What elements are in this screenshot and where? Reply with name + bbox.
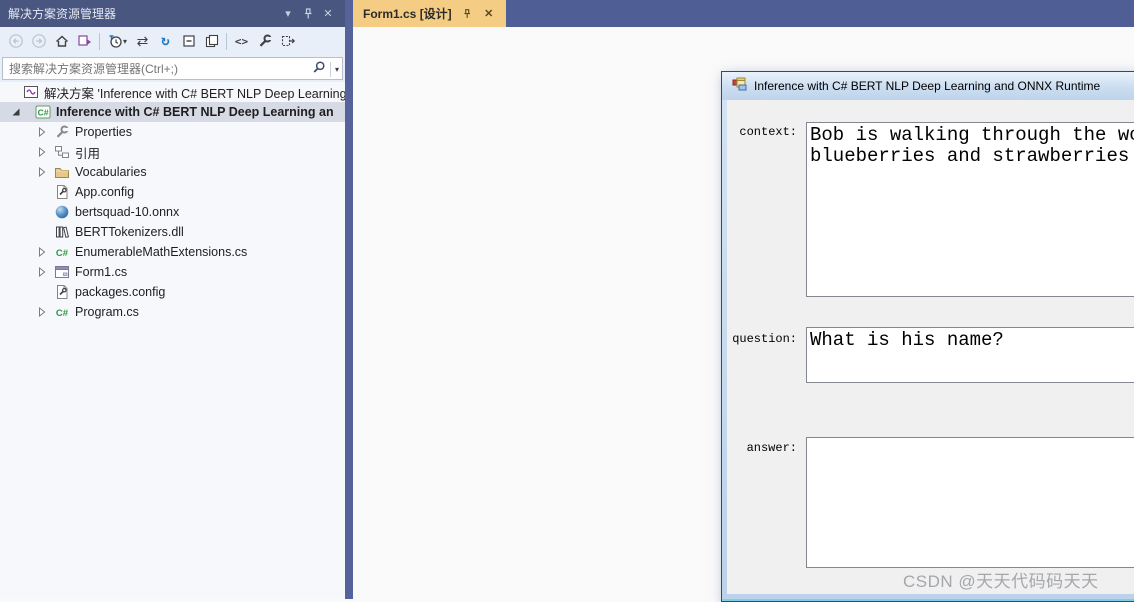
collapse-all-icon[interactable] bbox=[177, 30, 200, 53]
designer-form-title: Inference with C# BERT NLP Deep Learning… bbox=[754, 79, 1101, 93]
designer-form-titlebar: Inference with C# BERT NLP Deep Learning… bbox=[722, 72, 1134, 100]
wrench-icon bbox=[54, 124, 70, 140]
svg-text:C#: C# bbox=[56, 248, 69, 259]
question-label[interactable]: question: bbox=[731, 332, 797, 346]
properties-wrench-icon[interactable] bbox=[253, 30, 276, 53]
show-all-files-icon[interactable] bbox=[200, 30, 223, 53]
dll-library-icon bbox=[54, 224, 70, 240]
config-file-icon bbox=[54, 184, 70, 200]
dropdown-caret-icon[interactable]: ▾ bbox=[123, 37, 131, 46]
pin-icon[interactable] bbox=[460, 7, 474, 21]
context-text: Bob is walking through the woods collect… bbox=[810, 124, 1134, 167]
winform-icon bbox=[54, 264, 70, 280]
solution-icon bbox=[23, 84, 39, 100]
tree-item-solution[interactable]: 解决方案 'Inference with C# BERT NLP Deep Le… bbox=[0, 82, 345, 102]
csharp-project-icon: C# bbox=[35, 104, 51, 120]
search-input[interactable] bbox=[2, 57, 343, 80]
view-code-icon[interactable]: <> bbox=[230, 30, 253, 53]
window-border-glow bbox=[722, 599, 1134, 601]
pin-icon[interactable] bbox=[299, 5, 317, 23]
solution-explorer-titlebar: 解决方案资源管理器 ▾ ✕ bbox=[0, 0, 345, 27]
tree-item-project[interactable]: C# Inference with C# BERT NLP Deep Learn… bbox=[0, 102, 345, 122]
tab-form1-design[interactable]: Form1.cs [设计] ✕ bbox=[353, 0, 506, 27]
tree-item-label: packages.config bbox=[75, 285, 166, 299]
svg-text:C#: C# bbox=[56, 308, 69, 319]
watermark: CSDN @天天代码码天天 bbox=[903, 572, 1099, 591]
back-icon[interactable] bbox=[4, 30, 27, 53]
context-textbox[interactable]: Bob is walking through the woods collect… bbox=[806, 122, 1134, 297]
chevron-collapsed-icon[interactable] bbox=[34, 147, 49, 157]
question-text: What is his name? bbox=[810, 329, 1004, 351]
config-file-icon bbox=[54, 284, 70, 300]
tree-item-label: Properties bbox=[75, 125, 132, 139]
designer-form-client: context: Bob is walking through the wood… bbox=[727, 100, 1134, 594]
csharp-file-icon: C# bbox=[54, 244, 70, 260]
solution-explorer-panel: 解决方案资源管理器 ▾ ✕ ▾ ⇄ ↻ <> 搜索解决方案资源管理器(Ctrl+… bbox=[0, 0, 345, 599]
solution-tree: 解决方案 'Inference with C# BERT NLP Deep Le… bbox=[0, 82, 345, 599]
folder-icon bbox=[54, 164, 70, 180]
switch-views-icon[interactable] bbox=[73, 30, 96, 53]
chevron-collapsed-icon[interactable] bbox=[34, 127, 49, 137]
tree-item-label: 引用 bbox=[75, 146, 101, 161]
tree-item-app-config[interactable]: App.config bbox=[0, 182, 345, 202]
tree-item-label: BERTTokenizers.dll bbox=[75, 225, 184, 239]
search-options-caret-icon[interactable]: ▾ bbox=[335, 65, 339, 74]
tree-item-onnx-model[interactable]: bertsquad-10.onnx bbox=[0, 202, 345, 222]
chevron-collapsed-icon[interactable] bbox=[34, 167, 49, 177]
tree-item-properties[interactable]: Properties bbox=[0, 122, 345, 142]
tree-item-form1[interactable]: Form1.cs bbox=[0, 262, 345, 282]
answer-textbox[interactable] bbox=[806, 437, 1134, 568]
chevron-collapsed-icon[interactable] bbox=[34, 267, 49, 277]
chevron-collapsed-icon[interactable] bbox=[34, 307, 49, 317]
tree-item-label: 解决方案 'Inference with C# BERT NLP Deep Le… bbox=[44, 86, 345, 101]
tree-item-enumerable-math-extensions[interactable]: C# EnumerableMathExtensions.cs bbox=[0, 242, 345, 262]
chevron-expanded-icon[interactable] bbox=[8, 107, 23, 117]
solution-explorer-title: 解决方案资源管理器 bbox=[8, 7, 117, 21]
solution-explorer-toolbar: ▾ ⇄ ↻ <> bbox=[0, 27, 345, 55]
refresh-icon[interactable]: ↻ bbox=[154, 30, 177, 53]
csharp-file-icon: C# bbox=[54, 304, 70, 320]
tree-item-dll[interactable]: BERTTokenizers.dll bbox=[0, 222, 345, 242]
chevron-collapsed-icon[interactable] bbox=[34, 247, 49, 257]
tree-item-label: App.config bbox=[75, 185, 135, 199]
close-icon[interactable]: ✕ bbox=[319, 5, 337, 23]
designer-surface: Inference with C# BERT NLP Deep Learning… bbox=[353, 27, 1134, 602]
search-icon[interactable] bbox=[312, 60, 326, 79]
tree-item-label: EnumerableMathExtensions.cs bbox=[75, 245, 248, 259]
close-icon[interactable]: ✕ bbox=[482, 7, 496, 21]
forward-icon[interactable] bbox=[27, 30, 50, 53]
preview-selected-items-icon[interactable] bbox=[276, 30, 299, 53]
tree-item-label: Vocabularies bbox=[75, 165, 147, 179]
toolbar-separator bbox=[226, 32, 227, 50]
tree-item-program[interactable]: C# Program.cs bbox=[0, 302, 345, 322]
answer-label[interactable]: answer: bbox=[731, 441, 797, 455]
svg-text:C#: C# bbox=[38, 108, 49, 118]
context-label[interactable]: context: bbox=[731, 125, 797, 139]
winforms-app-icon bbox=[732, 77, 747, 96]
panel-splitter[interactable] bbox=[345, 0, 353, 599]
tree-item-label: Program.cs bbox=[75, 305, 139, 319]
tree-item-vocabularies[interactable]: Vocabularies bbox=[0, 162, 345, 182]
references-icon bbox=[54, 144, 70, 160]
answer-text bbox=[807, 438, 1134, 440]
window-position-chevron-icon[interactable]: ▾ bbox=[279, 5, 297, 23]
designer-form-window[interactable]: Inference with C# BERT NLP Deep Learning… bbox=[721, 71, 1134, 602]
home-icon[interactable] bbox=[50, 30, 73, 53]
onnx-model-icon bbox=[54, 204, 70, 220]
tree-item-label: Form1.cs bbox=[75, 265, 128, 279]
tree-item-references[interactable]: 引用 bbox=[0, 142, 345, 162]
question-textbox[interactable]: What is his name? bbox=[806, 327, 1134, 383]
document-tab-bar: Form1.cs [设计] ✕ bbox=[353, 0, 1134, 27]
tree-item-packages-config[interactable]: packages.config bbox=[0, 282, 345, 302]
tree-item-label: Inference with C# BERT NLP Deep Learning… bbox=[56, 105, 334, 119]
tree-item-label: bertsquad-10.onnx bbox=[75, 205, 180, 219]
toolbar-separator bbox=[99, 32, 100, 50]
sync-with-active-document-icon[interactable]: ⇄ bbox=[131, 30, 154, 53]
separator bbox=[329, 62, 331, 77]
solution-explorer-search: ▾ bbox=[0, 55, 345, 82]
tab-label: Form1.cs [设计] bbox=[363, 7, 452, 21]
